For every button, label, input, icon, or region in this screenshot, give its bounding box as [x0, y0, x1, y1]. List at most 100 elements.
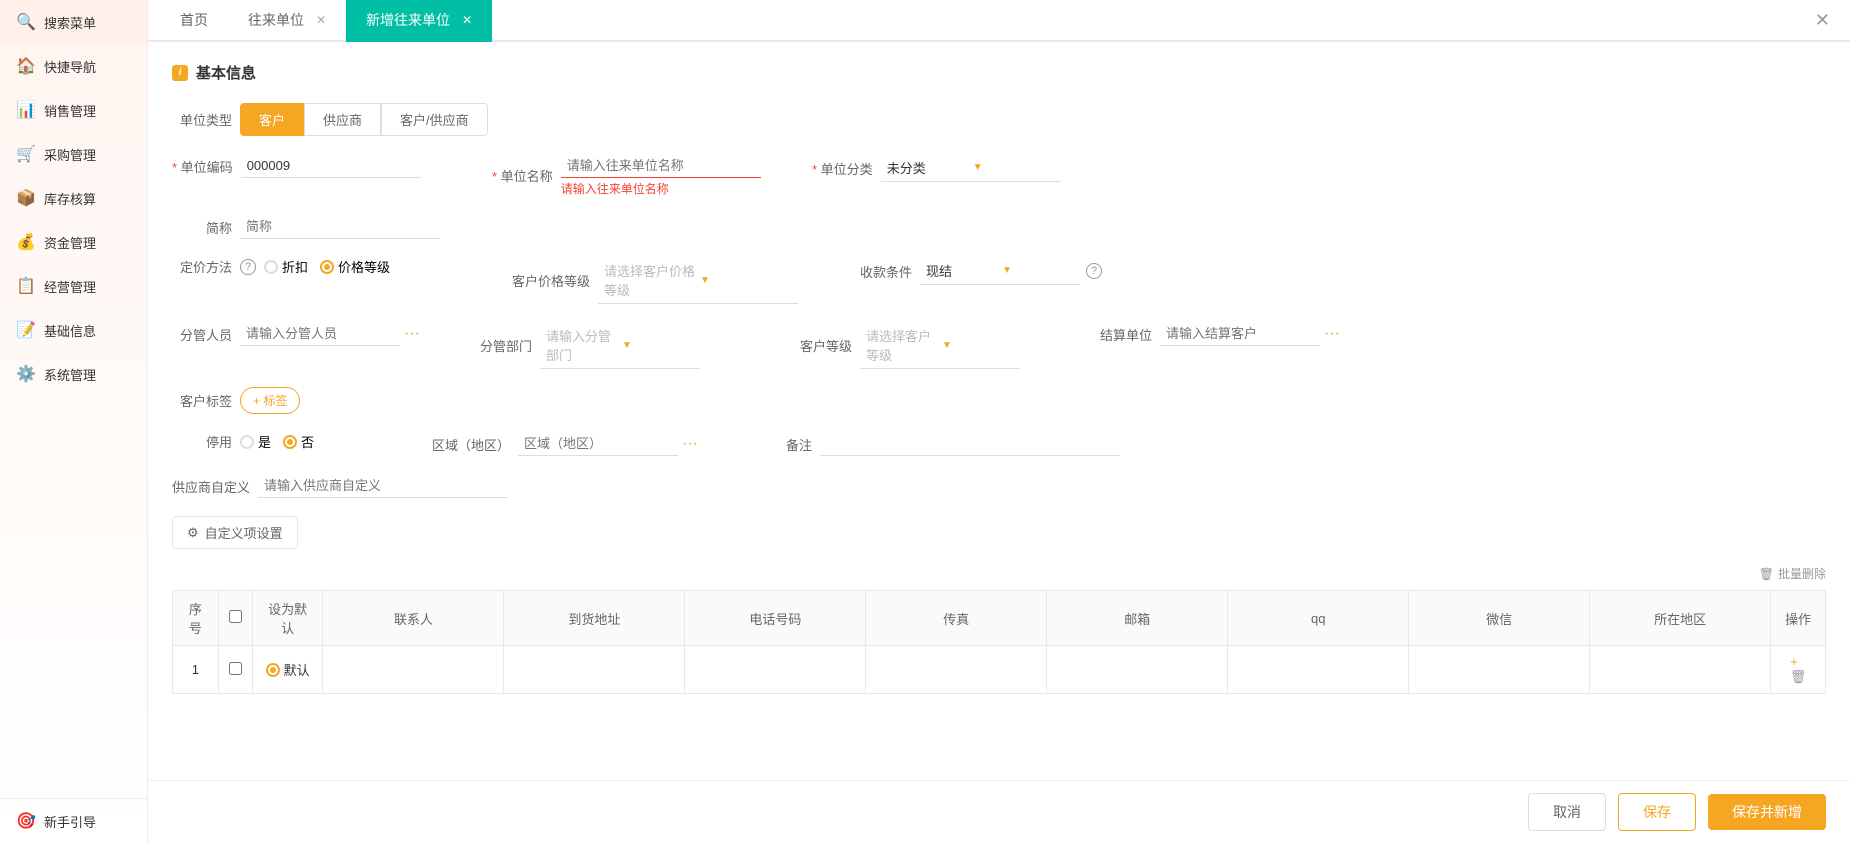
- row-default-radio: [266, 663, 280, 677]
- col-checkbox: [218, 591, 252, 646]
- unit-name-field: 单位名称 请输入往来单位名称: [492, 154, 772, 197]
- row-wechat-input[interactable]: [1419, 662, 1579, 677]
- payment-terms-select[interactable]: 现结 ▼: [920, 257, 1080, 285]
- manager-input[interactable]: [240, 322, 400, 346]
- pricing-radio-group: 折扣 价格等级: [264, 257, 390, 276]
- unit-type-both-button[interactable]: 客户/供应商: [381, 103, 488, 136]
- pricing-help-icon[interactable]: ?: [240, 259, 256, 275]
- row-qq-input[interactable]: [1238, 662, 1398, 677]
- unit-name-input[interactable]: [561, 154, 761, 178]
- region-input[interactable]: [518, 432, 678, 456]
- row-add-button[interactable]: +: [1790, 654, 1798, 669]
- supplier-custom-row: 供应商自定义: [172, 474, 1826, 498]
- disabled-no-option[interactable]: 否: [283, 432, 314, 451]
- disabled-no-radio: [283, 435, 297, 449]
- payment-terms-field: 收款条件 现结 ▼ ?: [852, 257, 1132, 285]
- custom-settings-wrapper: ⚙ 自定义项设置: [172, 516, 1826, 549]
- row-seq: 1: [173, 646, 219, 694]
- row-contact[interactable]: [323, 646, 504, 694]
- short-name-input[interactable]: [240, 215, 440, 239]
- customer-level-select[interactable]: 请选择客户等级 ▼: [860, 322, 1020, 369]
- sidebar-item-inventory[interactable]: 📦 库存核算: [0, 176, 147, 220]
- sidebar-item-guide[interactable]: 🎯 新手引导: [0, 798, 147, 843]
- payment-terms-help-icon[interactable]: ?: [1086, 263, 1102, 279]
- sidebar-item-operations[interactable]: 📋 经营管理: [0, 264, 147, 308]
- remarks-label: 备注: [752, 435, 812, 454]
- col-contact: 联系人: [323, 591, 504, 646]
- custom-settings-button[interactable]: ⚙ 自定义项设置: [172, 516, 298, 549]
- sidebar-item-sales[interactable]: 📊 销售管理: [0, 88, 147, 132]
- sidebar-item-quick-nav[interactable]: 🏠 快捷导航: [0, 44, 147, 88]
- main-area: 首页 往来单位 ✕ 新增往来单位 ✕ ✕ i 基本信息 单位类型 客户 供应商 …: [148, 0, 1850, 843]
- row-email[interactable]: [1047, 646, 1228, 694]
- close-new-contact-tab-icon[interactable]: ✕: [462, 13, 472, 27]
- unit-name-label: 单位名称: [492, 166, 553, 185]
- disabled-region-row: 停用 是 否 区域（地区） ··· 备注: [172, 432, 1826, 456]
- manager-label: 分管人员: [172, 325, 232, 344]
- settlement-unit-input[interactable]: [1160, 322, 1320, 346]
- region-more-button[interactable]: ···: [678, 435, 702, 453]
- customer-tag-label: 客户标签: [172, 391, 232, 410]
- remarks-input[interactable]: [820, 432, 1120, 456]
- row-contact-input[interactable]: [333, 662, 493, 677]
- row-qq[interactable]: [1228, 646, 1409, 694]
- unit-type-buttons: 客户 供应商 客户/供应商: [240, 103, 488, 136]
- sidebar-item-basic[interactable]: 📝 基础信息: [0, 308, 147, 352]
- col-email: 邮箱: [1047, 591, 1228, 646]
- payment-terms-chevron-icon: ▼: [1002, 265, 1074, 276]
- pricing-level-option[interactable]: 价格等级: [320, 257, 390, 276]
- basic-icon: 📝: [16, 320, 36, 340]
- row-area-input[interactable]: [1600, 662, 1760, 677]
- close-contacts-tab-icon[interactable]: ✕: [316, 13, 326, 27]
- add-tag-button[interactable]: + 标签: [240, 387, 300, 414]
- department-select[interactable]: 请输入分管部门 ▼: [540, 322, 700, 369]
- sidebar: 🔍 搜索菜单 🏠 快捷导航 📊 销售管理 🛒 采购管理 📦 库存核算 💰 资金管…: [0, 0, 148, 843]
- tab-home[interactable]: 首页: [160, 0, 228, 42]
- row-area[interactable]: [1590, 646, 1771, 694]
- row-address[interactable]: [504, 646, 685, 694]
- tab-contacts[interactable]: 往来单位 ✕: [228, 0, 346, 42]
- row-fax-input[interactable]: [876, 662, 1036, 677]
- form-content: i 基本信息 单位类型 客户 供应商 客户/供应商 单位编码 单位名称: [148, 42, 1850, 780]
- save-button[interactable]: 保存: [1618, 793, 1696, 831]
- row-checkbox[interactable]: [229, 662, 242, 675]
- manager-more-button[interactable]: ···: [400, 325, 424, 343]
- tab-new-contact[interactable]: 新增往来单位 ✕: [346, 0, 492, 42]
- row-delete-button[interactable]: 🗑: [1790, 669, 1807, 684]
- row-phone[interactable]: [685, 646, 866, 694]
- supplier-custom-input[interactable]: [258, 474, 508, 498]
- unit-code-label: 单位编码: [172, 157, 233, 176]
- settlement-unit-more-button[interactable]: ···: [1320, 325, 1344, 343]
- sidebar-item-purchase[interactable]: 🛒 采购管理: [0, 132, 147, 176]
- gear-icon: ⚙: [187, 525, 199, 541]
- row-fax[interactable]: [866, 646, 1047, 694]
- col-qq: qq: [1228, 591, 1409, 646]
- save-new-button[interactable]: 保存并新增: [1708, 794, 1826, 830]
- settlement-unit-label: 结算单位: [1092, 325, 1152, 344]
- select-all-checkbox[interactable]: [229, 610, 242, 623]
- customer-price-level-select[interactable]: 请选择客户价格等级 ▼: [598, 257, 798, 304]
- batch-delete-button[interactable]: 🗑 批量删除: [1759, 565, 1826, 582]
- sidebar-item-finance[interactable]: 💰 资金管理: [0, 220, 147, 264]
- sidebar-item-search[interactable]: 🔍 搜索菜单: [0, 0, 147, 44]
- region-field: 区域（地区） ···: [432, 432, 712, 456]
- customer-price-level-field: 客户价格等级 请选择客户价格等级 ▼: [512, 257, 812, 304]
- row-wechat[interactable]: [1409, 646, 1590, 694]
- pricing-discount-option[interactable]: 折扣: [264, 257, 308, 276]
- close-all-tabs-button[interactable]: ✕: [1807, 10, 1838, 31]
- row-phone-input[interactable]: [695, 662, 855, 677]
- row-default-radio-item[interactable]: 默认: [263, 660, 313, 679]
- unit-type-customer-button[interactable]: 客户: [240, 103, 304, 136]
- row-address-input[interactable]: [514, 662, 674, 677]
- sidebar-item-system[interactable]: ⚙️ 系统管理: [0, 352, 147, 396]
- cancel-button[interactable]: 取消: [1528, 793, 1606, 831]
- disabled-yes-option[interactable]: 是: [240, 432, 271, 451]
- unit-category-select[interactable]: 未分类 ▼: [881, 154, 1061, 182]
- disabled-yes-radio: [240, 435, 254, 449]
- unit-type-supplier-button[interactable]: 供应商: [304, 103, 381, 136]
- row-email-input[interactable]: [1057, 662, 1217, 677]
- inventory-icon: 📦: [16, 188, 36, 208]
- table-toolbar: 🗑 批量删除: [172, 565, 1826, 582]
- unit-category-chevron-icon: ▼: [973, 162, 1055, 173]
- unit-code-input[interactable]: [241, 154, 421, 178]
